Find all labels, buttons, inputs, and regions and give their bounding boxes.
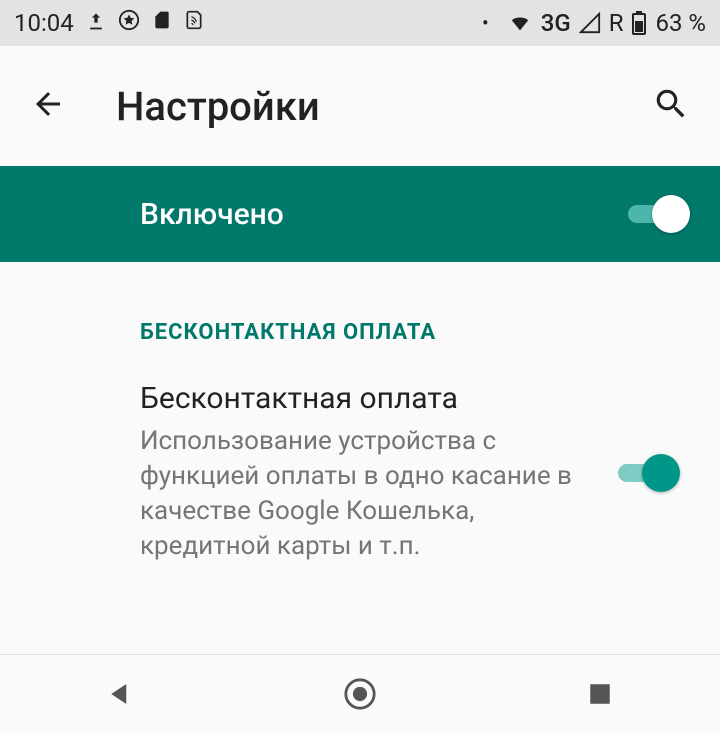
contactless-payment-switch[interactable]: [618, 454, 680, 492]
section-header: БЕСКОНТАКТНАЯ ОПЛАТА: [0, 280, 720, 365]
nav-home-button[interactable]: [340, 674, 380, 714]
roaming-indicator: R: [609, 9, 624, 37]
network-type: 3G: [541, 9, 571, 37]
status-right: • 3G R 63 %: [482, 9, 706, 37]
dot-icon: •: [482, 11, 489, 35]
app-bar: Настройки: [0, 46, 720, 166]
nav-recent-button[interactable]: [580, 674, 620, 714]
setting-desc: Использование устройства с функцией опла…: [140, 424, 588, 564]
nav-back-button[interactable]: [100, 674, 140, 714]
status-bar: 10:04 • 3G R 63 %: [0, 0, 720, 46]
battery-percent: 63 %: [655, 9, 706, 37]
search-button[interactable]: [652, 85, 690, 127]
setting-title: Бесконтактная оплата: [140, 381, 588, 416]
back-button[interactable]: [30, 86, 66, 126]
signal-icon: [579, 12, 601, 34]
nfc-icon: [184, 8, 204, 38]
page-title: Настройки: [116, 83, 652, 130]
switch-thumb: [652, 195, 690, 233]
navigation-bar: [0, 654, 720, 732]
master-switch-label: Включено: [140, 197, 628, 232]
status-left: 10:04: [14, 8, 204, 38]
setting-text: Бесконтактная оплата Использование устро…: [140, 381, 618, 564]
switch-thumb: [642, 454, 680, 492]
star-icon: [118, 9, 140, 37]
status-time: 10:04: [14, 9, 74, 37]
battery-icon: [631, 11, 647, 35]
master-switch-row[interactable]: Включено: [0, 166, 720, 262]
wifi-icon: [507, 12, 533, 34]
master-switch[interactable]: [628, 195, 690, 233]
contactless-payment-row[interactable]: Бесконтактная оплата Использование устро…: [0, 365, 720, 580]
upload-icon: [86, 9, 106, 37]
sd-icon: [152, 9, 172, 37]
settings-content: БЕСКОНТАКТНАЯ ОПЛАТА Бесконтактная оплат…: [0, 262, 720, 580]
